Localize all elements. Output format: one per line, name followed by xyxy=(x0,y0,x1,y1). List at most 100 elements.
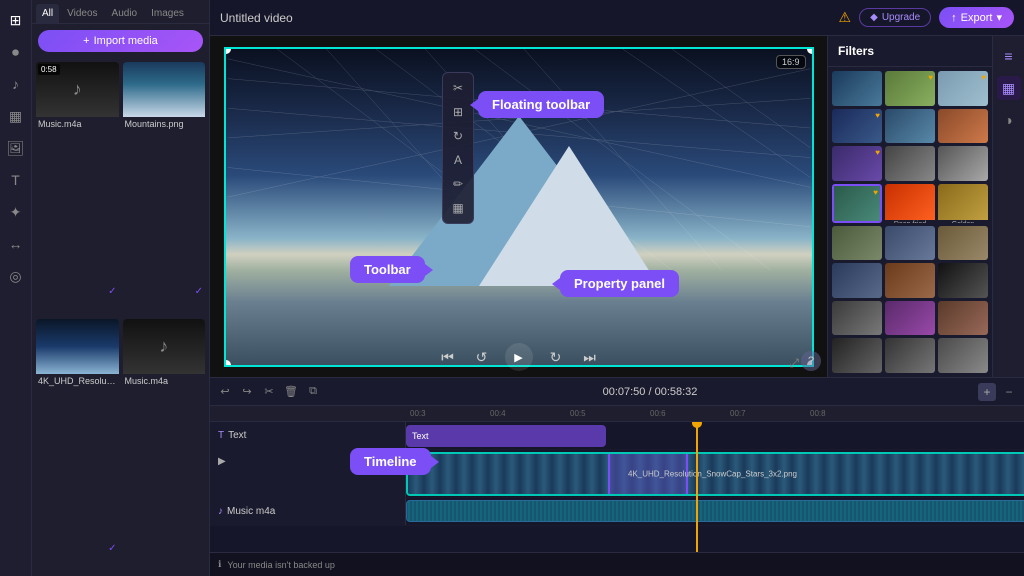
filter-euphoric[interactable]: Euphoric xyxy=(885,301,935,336)
ft-zoom-icon[interactable]: ⊞ xyxy=(447,101,469,123)
video-track-content: 4K_UHD_Resolution_SnowCap_Stars_3x2.png xyxy=(406,450,1024,497)
tab-all[interactable]: All xyxy=(36,4,59,23)
filter-warm-coastline[interactable]: Warm coasline xyxy=(832,226,882,261)
sidebar-icon-graphics[interactable]: ✦ xyxy=(4,200,28,224)
list-item[interactable]: ♪ 0:58 Music.m4a ✓ xyxy=(36,62,119,315)
sidebar-icon-media[interactable]: ⊞ xyxy=(4,8,28,32)
audio-track: ♪ Music m4a xyxy=(210,498,1024,526)
filter-cool-coastline[interactable]: Cool coastline xyxy=(885,226,935,261)
right-sidebar-adjust-icon[interactable]: ◑ xyxy=(997,108,1021,132)
list-item[interactable]: Mountains.png ✓ xyxy=(123,62,206,315)
media-tabs: All Videos Audio Images xyxy=(32,0,209,24)
filter-warm-tone[interactable]: Warm tone film xyxy=(938,301,988,336)
filter-fall[interactable]: Fall xyxy=(885,263,935,298)
aspect-ratio-badge: 16:9 xyxy=(776,55,806,69)
handle-top-right[interactable] xyxy=(807,47,814,54)
filter-35mm[interactable]: 35mm xyxy=(832,301,882,336)
scissors-icon[interactable]: ✂ xyxy=(260,383,278,401)
filter-cool-countryside[interactable]: ♥ Cool countryside xyxy=(832,184,882,223)
tab-images[interactable]: Images xyxy=(145,4,190,23)
tab-videos[interactable]: Videos xyxy=(61,4,103,23)
sidebar-icon-audio[interactable]: ♪ xyxy=(4,72,28,96)
favorite-icon: ♥ xyxy=(873,188,878,197)
ft-draw-icon[interactable]: ✏ xyxy=(447,173,469,195)
skip-back-button[interactable]: ⏮ xyxy=(437,346,459,368)
add-track-button[interactable]: + xyxy=(978,383,996,401)
skip-forward-button[interactable]: ⏭ xyxy=(579,346,601,368)
ft-rotate-icon[interactable]: ↻ xyxy=(447,125,469,147)
copy-icon[interactable]: ⧉ xyxy=(304,383,322,401)
filter-contrast[interactable]: Contrast xyxy=(938,263,988,298)
selected-checkmark: ✓ xyxy=(195,286,203,297)
handle-top-left[interactable] xyxy=(224,47,231,54)
filter-pastel[interactable]: ♥ Pastel dreams xyxy=(938,71,988,106)
delete-icon[interactable]: 🗑 xyxy=(282,383,300,401)
filter-warm[interactable]: ♥ Warm countryside xyxy=(885,71,935,106)
play-button[interactable]: ▶ xyxy=(505,343,533,371)
ft-filter-icon[interactable]: ▦ xyxy=(447,197,469,219)
export-button[interactable]: ↑ Export ▾ xyxy=(939,7,1014,28)
filter-dreamscape[interactable]: ♥ Dreamscape xyxy=(832,146,882,181)
upgrade-button[interactable]: ◆ Upgrade xyxy=(859,8,931,27)
timeline-playhead[interactable] xyxy=(696,422,698,552)
right-sidebar-filters-icon[interactable]: ▦ xyxy=(997,76,1021,100)
import-media-button[interactable]: + Import media xyxy=(38,30,203,52)
toolbar-label: Toolbar xyxy=(350,256,425,283)
text-clip[interactable]: Text xyxy=(406,425,606,447)
sidebar-icon-stock-images[interactable]: 🖼 xyxy=(4,136,28,160)
sidebar-icon-brand[interactable]: ◎ xyxy=(4,264,28,288)
filter-golden[interactable]: Golden xyxy=(938,184,988,223)
sidebar-icon-stock-video[interactable]: ▦ xyxy=(4,104,28,128)
ft-text-icon[interactable]: A xyxy=(447,149,469,171)
zoom-out-button[interactable]: − xyxy=(1000,383,1018,401)
filter-sunrise[interactable]: Sunrise xyxy=(938,109,988,144)
right-sidebar-tune-icon[interactable]: ≡ xyxy=(997,44,1021,68)
filter-thumbnail xyxy=(885,226,935,261)
preview-area: ✂ ⊞ ↻ A ✏ ▦ Floating toolbar Toolbar Pro… xyxy=(210,36,827,377)
undo-icon[interactable]: ↩ xyxy=(216,383,234,401)
handle-bottom-left[interactable] xyxy=(224,360,231,367)
floating-toolbar-label: Floating toolbar xyxy=(478,91,604,118)
filter-thumbnail xyxy=(832,71,882,106)
text-track-content: Text xyxy=(406,422,1024,449)
filter-winter[interactable]: Winter xyxy=(832,263,882,298)
timeline-ruler: 00:3 00:4 00:5 00:6 00:7 00:8 xyxy=(210,406,1024,422)
filter-bw1[interactable]: Black & white 1 xyxy=(885,338,935,373)
right-sidebar: ≡ ▦ ◑ xyxy=(992,36,1024,377)
tab-audio[interactable]: Audio xyxy=(106,4,144,23)
redo-icon[interactable]: ↪ xyxy=(238,383,256,401)
media-thumbnail: ♪ xyxy=(123,319,206,374)
filter-winter-sunset[interactable]: ♥ Winter sunset xyxy=(832,109,882,144)
time-mark-08: 00:8 xyxy=(810,409,826,418)
selected-checkmark: ✓ xyxy=(108,286,116,297)
text-track-label: T Text xyxy=(210,422,406,449)
filter-soft-bw[interactable]: Soft B&W xyxy=(938,146,988,181)
filter-cool-tone[interactable]: Cool tone xyxy=(885,109,935,144)
favorite-icon: ♥ xyxy=(981,73,986,82)
filter-thumbnail xyxy=(832,263,882,298)
video-clip[interactable]: 4K_UHD_Resolution_SnowCap_Stars_3x2.png xyxy=(406,452,1024,496)
list-item[interactable]: ♪ Music.m4a xyxy=(123,319,206,572)
filter-deep-fried[interactable]: Deep fried xyxy=(885,184,935,223)
filter-bw2[interactable]: Black & white 2 xyxy=(832,338,882,373)
resize-button[interactable]: ⤢ xyxy=(789,356,799,371)
filter-old-western[interactable]: Old Western xyxy=(938,226,988,261)
help-button[interactable]: ? xyxy=(801,351,821,371)
filter-unfiltered[interactable]: Unfiltered xyxy=(832,71,882,106)
audio-clip[interactable] xyxy=(406,500,1024,522)
sidebar-icon-record[interactable]: ⏺ xyxy=(4,40,28,64)
rewind-button[interactable]: ↺ xyxy=(471,346,493,368)
filter-muted-bw[interactable]: Muted B&W xyxy=(885,146,935,181)
timeline-area: Timeline ↩ ↪ ✂ 🗑 ⧉ 00:07:50 / 00:58:32 +… xyxy=(210,377,1024,552)
topbar: Untitled video ⚠ ◆ Upgrade ↑ Export ▾ xyxy=(210,0,1024,36)
audio-waveform xyxy=(407,501,1024,521)
filter-name: Cool countryside xyxy=(834,222,880,223)
ft-crop-icon[interactable]: ✂ xyxy=(447,77,469,99)
sidebar-icon-text[interactable]: T xyxy=(4,168,28,192)
filter-muted[interactable]: Muted xyxy=(938,338,988,373)
media-filename: Music.m4a xyxy=(36,117,119,131)
filter-thumbnail xyxy=(832,338,882,373)
list-item[interactable]: 4K_UHD_Resolutio... ✓ xyxy=(36,319,119,572)
fast-forward-button[interactable]: ↻ xyxy=(545,346,567,368)
sidebar-icon-transitions[interactable]: ↔ xyxy=(4,232,28,256)
